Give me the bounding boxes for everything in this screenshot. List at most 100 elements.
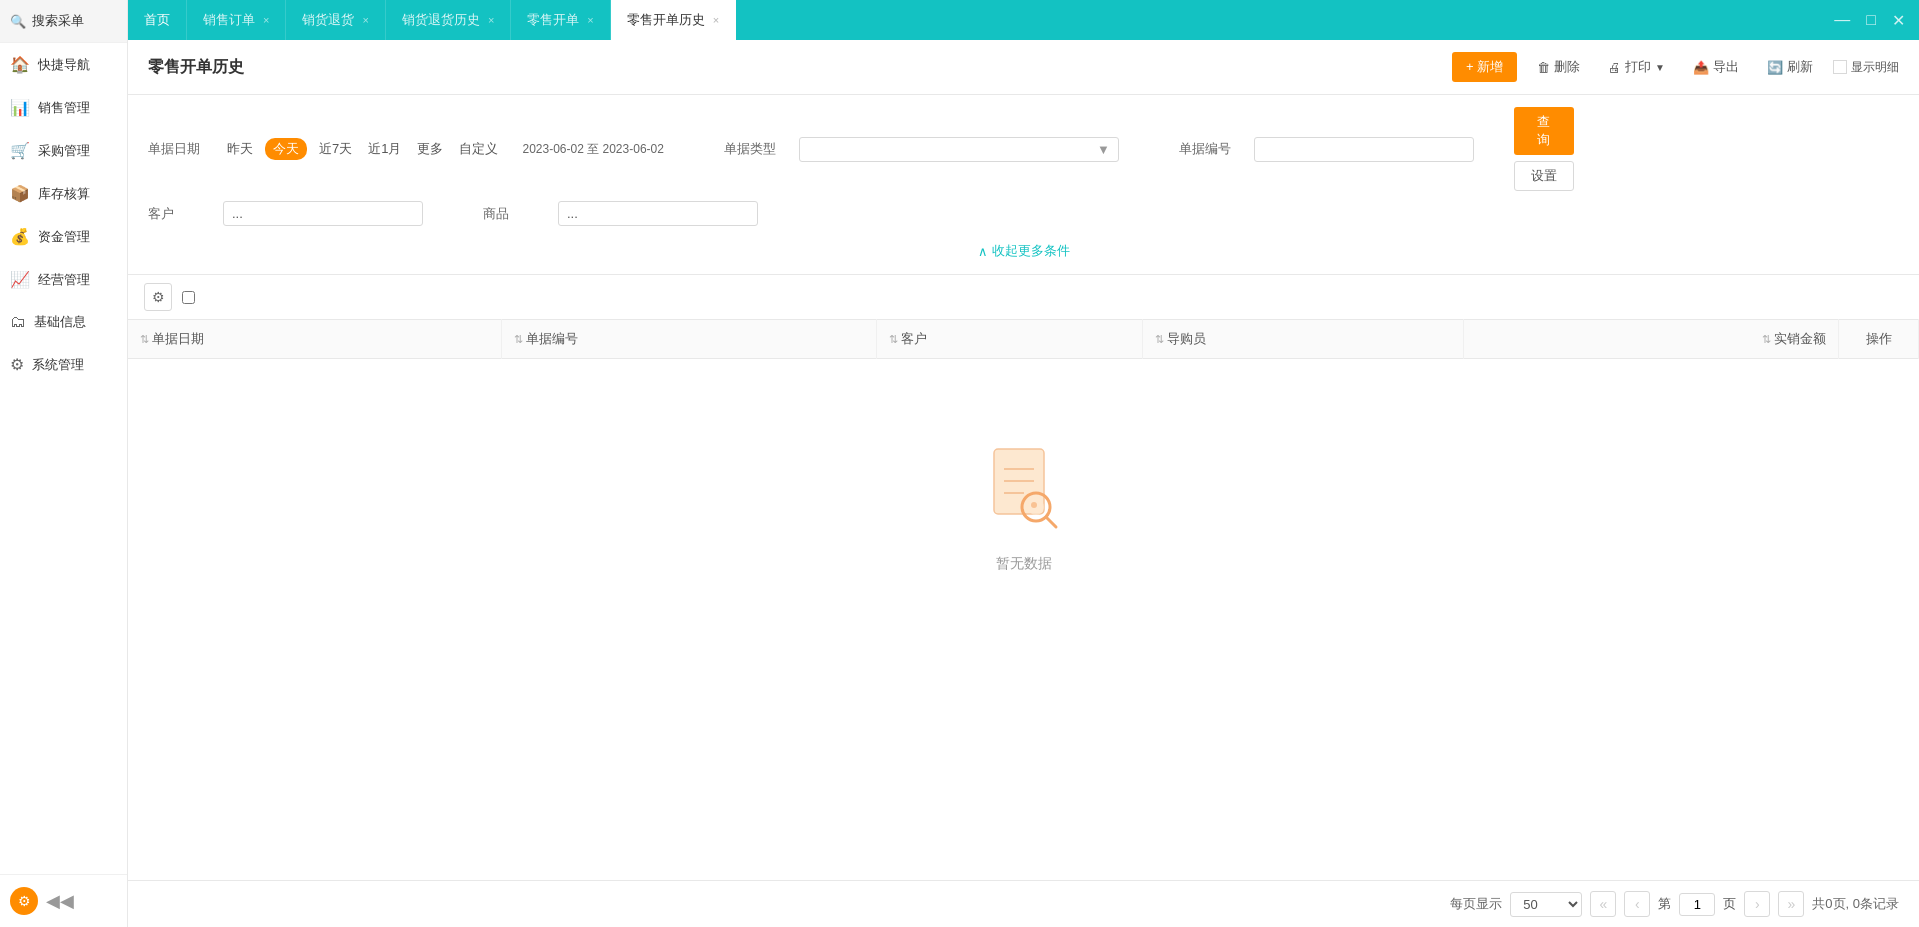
table-header-row: 单据日期 单据编号 客户 导购员 实销金额 操作 xyxy=(128,320,1919,359)
tab-retail-open-history-close[interactable]: × xyxy=(713,14,719,26)
export-button[interactable]: 📤 导出 xyxy=(1685,54,1747,80)
svg-point-7 xyxy=(1031,502,1037,508)
col-customer[interactable]: 客户 xyxy=(877,320,1143,359)
page-header: 零售开单历史 + 新增 🗑 删除 🖨 打印 ▼ 📤 导出 🔄 刷新 xyxy=(128,40,1919,95)
delete-icon: 🗑 xyxy=(1537,60,1550,75)
tab-retail-open-history[interactable]: 零售开单历史 × xyxy=(611,0,736,40)
tabs-bar: 首页 销售订单 × 销货退货 × 销货退货历史 × 零售开单 × 零售开单历史 … xyxy=(128,0,1919,40)
col-guide[interactable]: 导购员 xyxy=(1142,320,1463,359)
date-opt-last7[interactable]: 近7天 xyxy=(315,138,356,160)
empty-state: 暂无数据 xyxy=(128,359,1919,653)
display-cols-checkbox[interactable] xyxy=(1833,60,1847,74)
collapse-up-icon: ∧ xyxy=(978,244,988,259)
prev-page-button[interactable]: ‹ xyxy=(1624,891,1650,917)
select-all-checkbox[interactable] xyxy=(182,291,195,304)
sidebar-item-inventory[interactable]: 📦 库存核算 xyxy=(0,172,127,215)
query-button[interactable]: 查询 xyxy=(1514,107,1574,155)
tab-home[interactable]: 首页 xyxy=(128,0,187,40)
date-range-display: 2023-06-02 至 2023-06-02 xyxy=(522,141,663,158)
sidebar-item-sys-mgmt[interactable]: ⚙ 系统管理 xyxy=(0,343,127,386)
last-page-icon: » xyxy=(1787,896,1795,912)
tab-sales-order-label: 销售订单 xyxy=(203,11,255,29)
col-no[interactable]: 单据编号 xyxy=(501,320,876,359)
tab-sales-return-history-close[interactable]: × xyxy=(488,14,494,26)
filter-section: 单据日期 昨天 今天 近7天 近1月 更多 自定义 2023-06-02 至 2… xyxy=(128,95,1919,275)
tab-sales-return[interactable]: 销货退货 × xyxy=(286,0,385,40)
page-word: 页 xyxy=(1723,895,1736,913)
sidebar-search[interactable]: 🔍 搜索采单 xyxy=(0,0,127,43)
settings-button[interactable]: 设置 xyxy=(1514,161,1574,191)
goods-label: 商品 xyxy=(483,205,538,223)
table-toolbar: ⚙ xyxy=(128,275,1919,319)
sidebar-item-base-info[interactable]: 🗂 基础信息 xyxy=(0,301,127,343)
sidebar-item-label: 经营管理 xyxy=(38,271,90,289)
select-all-label[interactable] xyxy=(182,291,195,304)
page-size-label: 每页显示 xyxy=(1450,895,1502,913)
customer-select[interactable]: ... xyxy=(223,201,423,226)
next-page-button[interactable]: › xyxy=(1744,891,1770,917)
date-opt-custom[interactable]: 自定义 xyxy=(455,138,502,160)
doc-type-select[interactable]: ▼ xyxy=(799,137,1119,162)
sidebar-bottom: ⚙ ◀◀ xyxy=(0,874,127,927)
sidebar-item-finance[interactable]: 💰 资金管理 xyxy=(0,215,127,258)
add-button[interactable]: + 新增 xyxy=(1452,52,1517,82)
date-opt-more[interactable]: 更多 xyxy=(413,138,447,160)
sidebar-item-operations[interactable]: 📈 经营管理 xyxy=(0,258,127,301)
display-cols-toggle[interactable]: 显示明细 xyxy=(1833,59,1899,76)
sidebar-item-purchase-mgmt[interactable]: 🛒 采购管理 xyxy=(0,129,127,172)
sidebar-item-label: 销售管理 xyxy=(38,99,90,117)
page-word-prefix: 第 xyxy=(1658,895,1671,913)
col-date[interactable]: 单据日期 xyxy=(128,320,501,359)
tab-sales-return-history[interactable]: 销货退货历史 × xyxy=(386,0,511,40)
pagination: 每页显示 50 10 20 100 « ‹ 第 页 › » 共0页, 0条记录 xyxy=(128,880,1919,927)
tab-sales-order[interactable]: 销售订单 × xyxy=(187,0,286,40)
tab-sales-order-close[interactable]: × xyxy=(263,14,269,26)
operations-icon: 📈 xyxy=(10,270,30,289)
sidebar-item-sales-mgmt[interactable]: 📊 销售管理 xyxy=(0,86,127,129)
delete-button[interactable]: 🗑 删除 xyxy=(1529,54,1588,80)
collapse-more-btn[interactable]: ∧ 收起更多条件 xyxy=(148,236,1899,262)
sidebar: 🔍 搜索采单 🏠 快捷导航 📊 销售管理 🛒 采购管理 📦 库存核算 💰 资金管… xyxy=(0,0,128,927)
refresh-icon: 🔄 xyxy=(1767,60,1783,75)
base-info-icon: 🗂 xyxy=(10,313,26,331)
sidebar-collapse-button[interactable]: ◀◀ xyxy=(46,890,74,912)
tab-retail-open-close[interactable]: × xyxy=(587,14,593,26)
settings-icon: ⚙ xyxy=(18,893,31,909)
tab-sales-return-close[interactable]: × xyxy=(362,14,368,26)
first-page-icon: « xyxy=(1599,896,1607,912)
print-button[interactable]: 🖨 打印 ▼ xyxy=(1600,54,1673,80)
tab-sales-return-label: 销货退货 xyxy=(302,11,354,29)
tab-home-label: 首页 xyxy=(144,11,170,29)
col-ops: 操作 xyxy=(1839,320,1919,359)
date-opt-last1m[interactable]: 近1月 xyxy=(364,138,405,160)
col-amount[interactable]: 实销金额 xyxy=(1463,320,1838,359)
restore-icon[interactable]: □ xyxy=(1862,11,1880,29)
first-page-button[interactable]: « xyxy=(1590,891,1616,917)
date-filter-label: 单据日期 xyxy=(148,140,203,158)
empty-text: 暂无数据 xyxy=(996,555,1052,573)
minimize-icon[interactable]: — xyxy=(1830,11,1854,29)
close-window-icon[interactable]: ✕ xyxy=(1888,11,1909,30)
last-page-button[interactable]: » xyxy=(1778,891,1804,917)
goods-select[interactable]: ... xyxy=(558,201,758,226)
page-number-input[interactable] xyxy=(1679,893,1715,916)
settings-avatar[interactable]: ⚙ xyxy=(10,887,38,915)
search-icon: 🔍 xyxy=(10,14,26,29)
sidebar-item-label: 资金管理 xyxy=(38,228,90,246)
tab-retail-open[interactable]: 零售开单 × xyxy=(511,0,610,40)
date-opt-yesterday[interactable]: 昨天 xyxy=(223,138,257,160)
page-size-select[interactable]: 50 10 20 100 xyxy=(1510,892,1582,917)
sales-mgmt-icon: 📊 xyxy=(10,98,30,117)
refresh-button[interactable]: 🔄 刷新 xyxy=(1759,54,1821,80)
date-opt-today[interactable]: 今天 xyxy=(265,138,307,160)
tabs-window-controls: — □ ✕ xyxy=(1830,0,1919,40)
doc-no-input[interactable] xyxy=(1254,137,1474,162)
collapse-label: 收起更多条件 xyxy=(992,242,1070,260)
page-total: 共0页, 0条记录 xyxy=(1812,895,1899,913)
sidebar-item-label: 基础信息 xyxy=(34,313,86,331)
sidebar-item-quick-nav[interactable]: 🏠 快捷导航 xyxy=(0,43,127,86)
inventory-icon: 📦 xyxy=(10,184,30,203)
table-settings-icon[interactable]: ⚙ xyxy=(144,283,172,311)
customer-value: ... xyxy=(232,206,243,221)
header-actions: + 新增 🗑 删除 🖨 打印 ▼ 📤 导出 🔄 刷新 显示明细 xyxy=(1452,52,1899,82)
